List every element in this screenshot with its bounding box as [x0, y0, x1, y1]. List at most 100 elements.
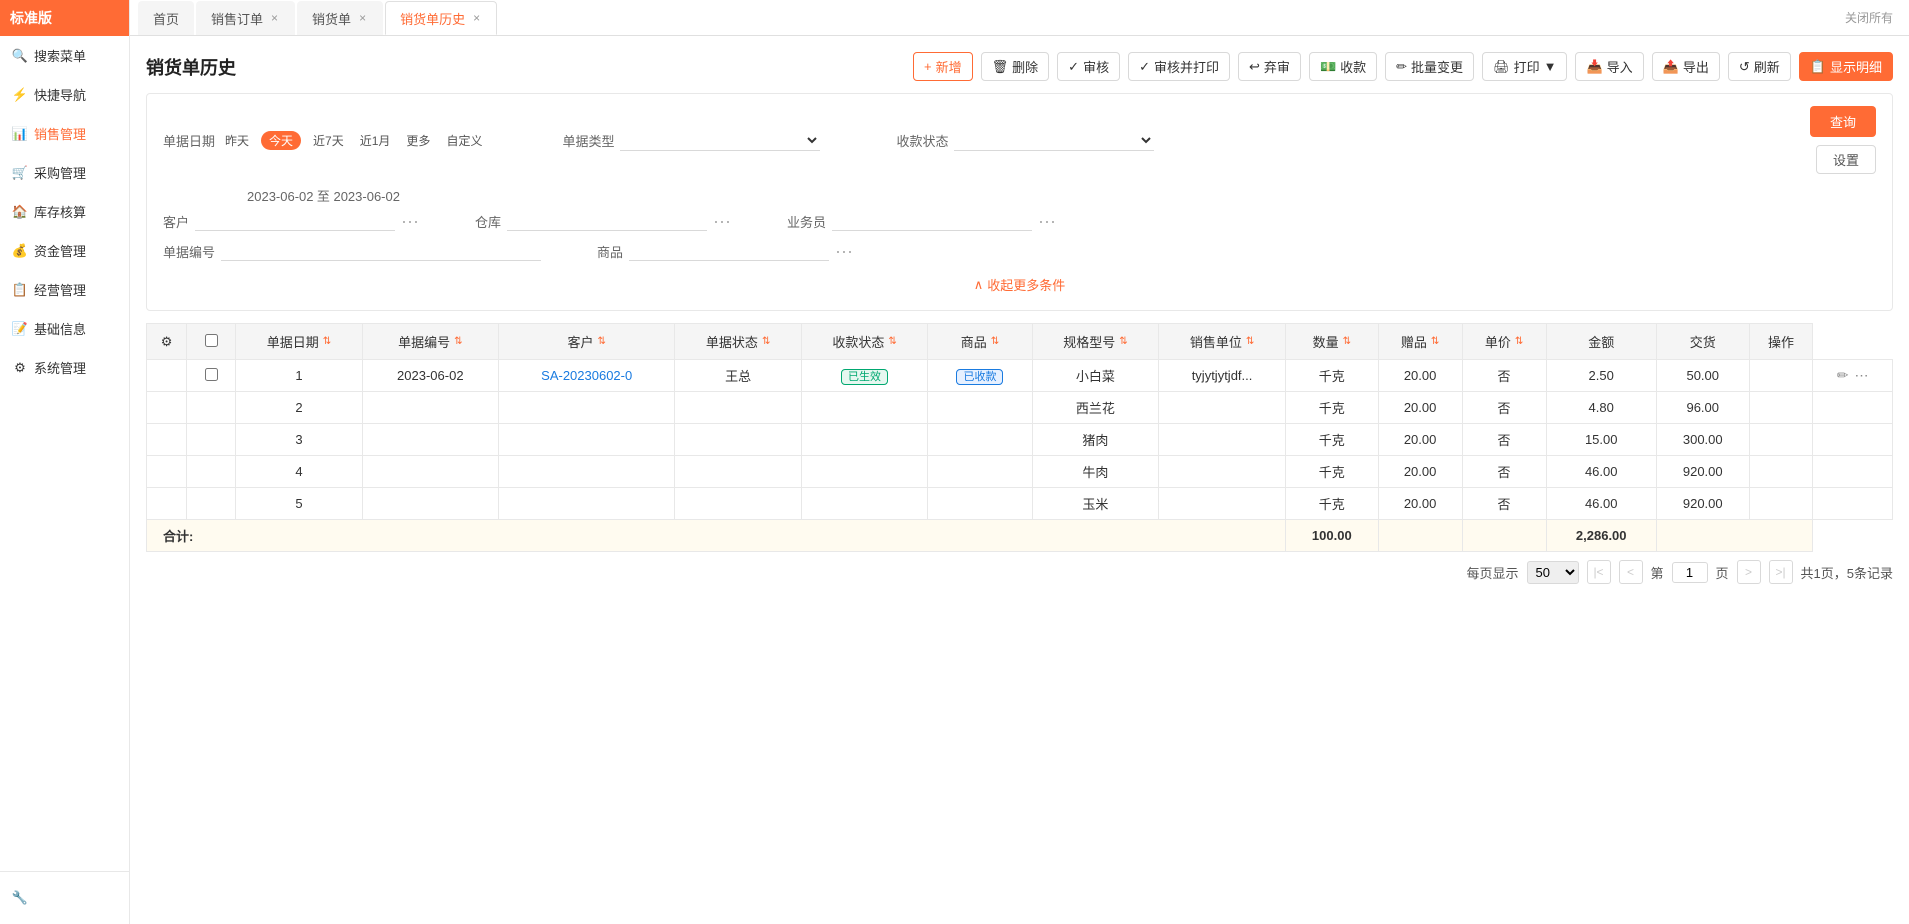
col-gear[interactable]: ⚙: [147, 324, 187, 360]
audit-print-button[interactable]: ✓ 审核并打印: [1128, 52, 1230, 81]
row-docno[interactable]: [498, 392, 674, 424]
tab-sales-goods-label: 销货单: [312, 9, 351, 28]
staff-input[interactable]: [832, 211, 1032, 231]
tab-sales-goods[interactable]: 销货单 ×: [297, 1, 383, 35]
tab-sales-history[interactable]: 销货单历史 ×: [385, 1, 497, 35]
col-price[interactable]: 单价⇅: [1462, 324, 1546, 360]
sidebar-item-purchase-mgmt[interactable]: 🛒 采购管理: [0, 153, 129, 192]
delete-icon: 🗑: [992, 59, 1009, 75]
tab-sales-history-close[interactable]: ×: [471, 11, 482, 25]
col-customer[interactable]: 客户⇅: [498, 324, 674, 360]
col-docno[interactable]: 单据编号⇅: [362, 324, 498, 360]
row-price: 46.00: [1546, 488, 1656, 520]
row-docno[interactable]: SA-20230602-0: [498, 360, 674, 392]
sidebar-item-search-menu[interactable]: 🔍 搜索菜单: [0, 36, 129, 75]
show-details-button[interactable]: 📋 显示明细: [1799, 52, 1893, 81]
row-docno[interactable]: [498, 424, 674, 456]
import-button[interactable]: 📥 导入: [1575, 52, 1643, 81]
date-tag-yesterday[interactable]: 昨天: [221, 131, 253, 150]
batch-change-button[interactable]: ✏ 批量变更: [1385, 52, 1474, 81]
collapse-button[interactable]: ∧ 收起更多条件: [163, 271, 1876, 298]
row-customer: [675, 456, 801, 488]
sidebar-item-sales-mgmt[interactable]: 📊 销售管理: [0, 114, 129, 153]
data-table: ⚙ 单据日期⇅ 单据编号⇅ 客户⇅: [146, 323, 1893, 552]
setting-button[interactable]: 设置: [1816, 145, 1876, 174]
sidebar-item-finance[interactable]: 💰 资金管理: [0, 231, 129, 270]
col-gift[interactable]: 赠品⇅: [1378, 324, 1462, 360]
row-docno[interactable]: [498, 488, 674, 520]
next-page-btn[interactable]: >: [1737, 560, 1761, 584]
sidebar-bottom-item1[interactable]: 🔧: [0, 880, 129, 916]
first-page-btn[interactable]: |<: [1587, 560, 1611, 584]
print-button[interactable]: 🖨 打印 ▼: [1482, 52, 1567, 81]
audit-button[interactable]: ✓ 审核: [1057, 52, 1120, 81]
page-number-input[interactable]: [1672, 562, 1708, 583]
col-goods[interactable]: 商品⇅: [928, 324, 1033, 360]
sidebar-item-inventory[interactable]: 🏠 库存核算: [0, 192, 129, 231]
customer-picker[interactable]: ···: [401, 212, 419, 230]
row-transaction: [1749, 360, 1813, 392]
toolbar: + 新增 🗑 删除 ✓ 审核 ✓ 审核并打印 ↩ 弃审: [913, 52, 1893, 81]
date-tag-today[interactable]: 今天: [261, 131, 301, 150]
per-page-select[interactable]: 50 100 200: [1527, 561, 1579, 584]
edit-icon[interactable]: ✏: [1837, 367, 1849, 384]
col-qty[interactable]: 数量⇅: [1285, 324, 1378, 360]
row-checkbox[interactable]: [187, 424, 236, 456]
warehouse-filter: 仓库 ···: [475, 211, 731, 231]
more-icon[interactable]: ⋯: [1855, 367, 1869, 384]
doc-no-link[interactable]: SA-20230602-0: [541, 368, 632, 383]
tab-sales-goods-close[interactable]: ×: [357, 11, 368, 25]
row-qty: 20.00: [1378, 392, 1462, 424]
date-tag-custom[interactable]: 自定义: [442, 131, 486, 150]
warehouse-picker[interactable]: ···: [713, 212, 731, 230]
date-tag-1month[interactable]: 近1月: [356, 131, 395, 150]
sidebar-item-basic-info[interactable]: 📝 基础信息: [0, 309, 129, 348]
select-all-checkbox[interactable]: [205, 334, 218, 347]
query-button[interactable]: 查询: [1810, 106, 1876, 137]
row-checkbox[interactable]: [187, 392, 236, 424]
goods-picker[interactable]: ···: [835, 242, 853, 260]
sidebar-item-system-mgmt[interactable]: ⚙ 系统管理: [0, 348, 129, 387]
delete-button[interactable]: 🗑 删除: [981, 52, 1050, 81]
doc-type-select[interactable]: [620, 129, 820, 151]
sidebar-item-operations[interactable]: 📋 经营管理: [0, 270, 129, 309]
row-goods: 牛肉: [1032, 456, 1158, 488]
sort-date-icon: ⇅: [323, 336, 331, 347]
sidebar-item-quick-nav[interactable]: ⚡ 快捷导航: [0, 75, 129, 114]
docno-input[interactable]: [221, 241, 541, 261]
tab-sales-order[interactable]: 销售订单 ×: [196, 1, 295, 35]
last-page-btn[interactable]: >|: [1769, 560, 1793, 584]
col-spec[interactable]: 规格型号⇅: [1032, 324, 1158, 360]
prev-page-btn[interactable]: <: [1619, 560, 1643, 584]
tab-sales-order-close[interactable]: ×: [269, 11, 280, 25]
row-checkbox[interactable]: [187, 456, 236, 488]
col-date[interactable]: 单据日期⇅: [236, 324, 362, 360]
col-doc-status[interactable]: 单据状态⇅: [675, 324, 801, 360]
row-gear: [147, 488, 187, 520]
payment-status-select[interactable]: [954, 129, 1154, 151]
table-gear-icon[interactable]: ⚙: [161, 334, 173, 350]
customer-input[interactable]: [195, 211, 395, 231]
date-tag-more[interactable]: 更多: [402, 131, 434, 150]
add-button[interactable]: + 新增: [913, 52, 973, 81]
collect-button[interactable]: 💵 收款: [1309, 52, 1377, 81]
refresh-button[interactable]: ↺ 刷新: [1728, 52, 1791, 81]
tab-home[interactable]: 首页: [138, 1, 194, 35]
col-unit[interactable]: 销售单位⇅: [1159, 324, 1286, 360]
row-unit: 千克: [1285, 488, 1378, 520]
export-button[interactable]: 📤 导出: [1652, 52, 1720, 81]
warehouse-input[interactable]: [507, 211, 707, 231]
date-value-display: 2023-06-02 至 2023-06-02: [247, 186, 400, 205]
goods-input[interactable]: [629, 241, 829, 261]
table-row: 5 玉米 千克 20.00 否 46.00 920.00: [147, 488, 1893, 520]
filter-row-3: 单据编号 商品 ···: [163, 241, 1876, 261]
date-tag-7days[interactable]: 近7天: [309, 131, 348, 150]
staff-picker[interactable]: ···: [1038, 212, 1056, 230]
row-checkbox[interactable]: [187, 360, 236, 392]
row-checkbox[interactable]: [187, 488, 236, 520]
close-all-tabs[interactable]: 关闭所有: [1837, 9, 1901, 26]
cart-icon: 🛒: [12, 165, 28, 181]
abandon-button[interactable]: ↩ 弃审: [1238, 52, 1301, 81]
row-docno[interactable]: [498, 456, 674, 488]
col-pay-status[interactable]: 收款状态⇅: [801, 324, 927, 360]
